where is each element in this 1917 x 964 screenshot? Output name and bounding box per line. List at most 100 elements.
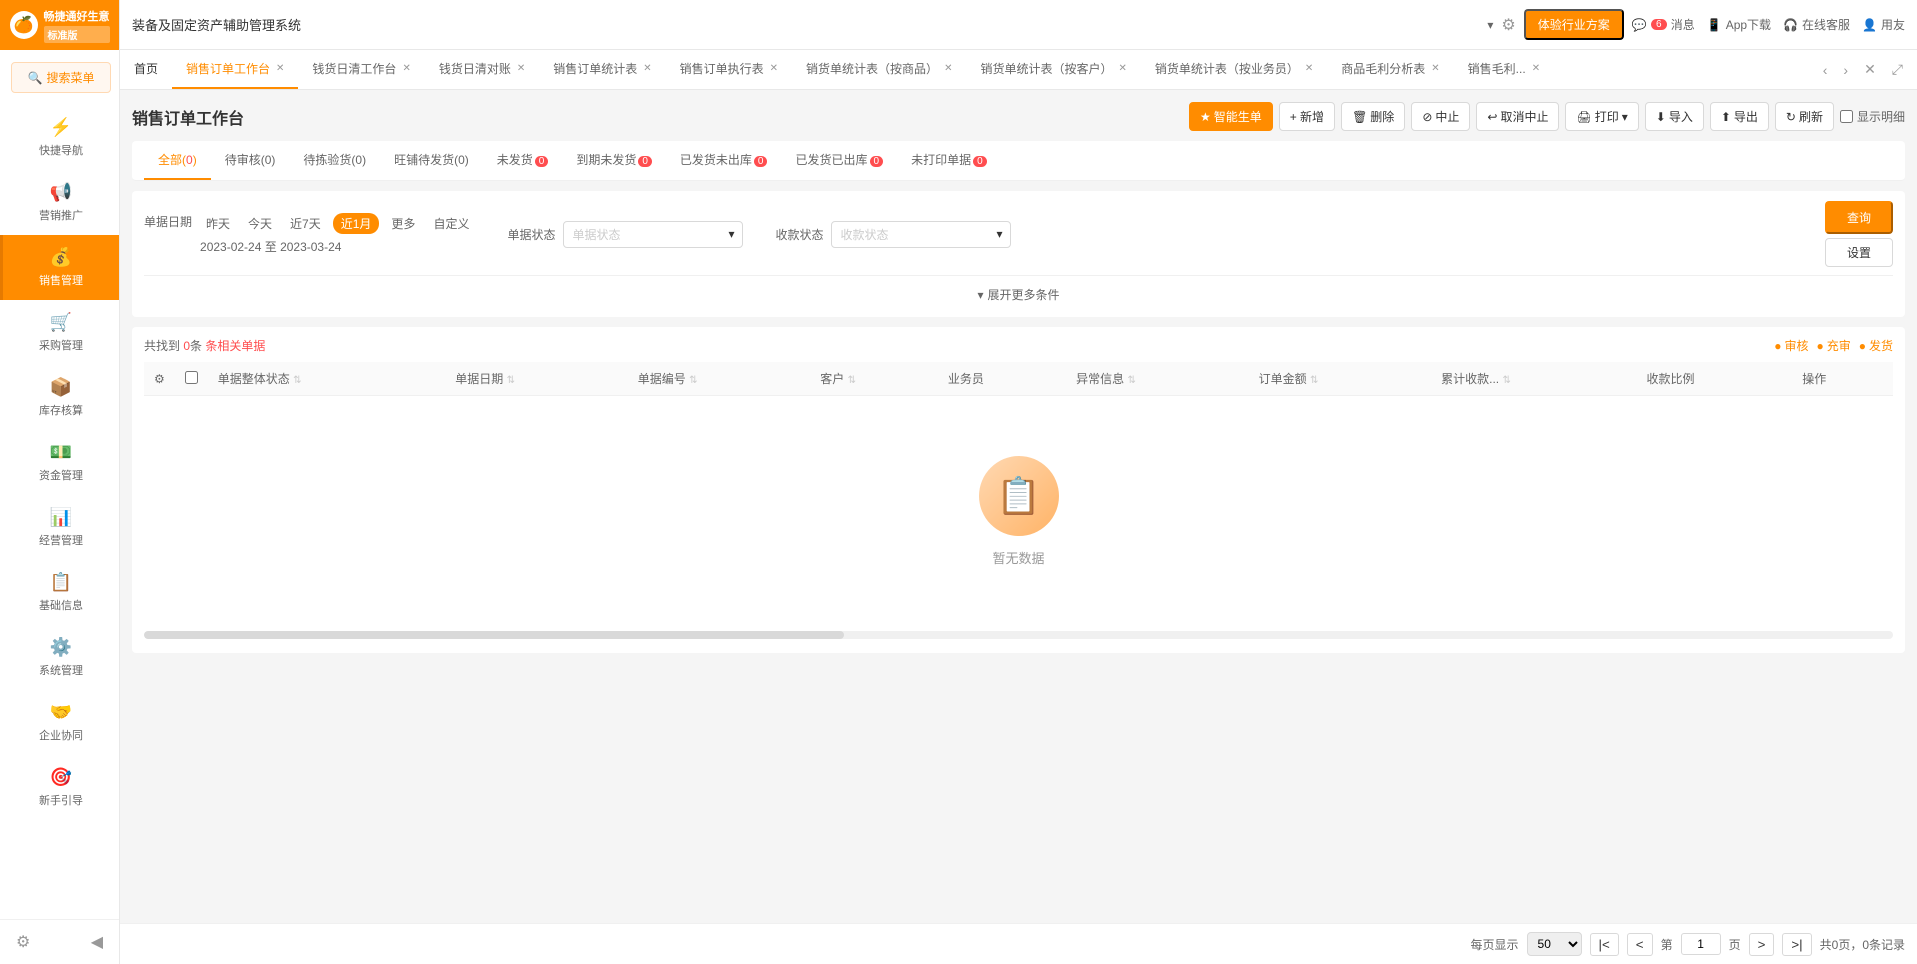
review-action-btn[interactable]: ● 审核 <box>1774 337 1808 354</box>
tab-close-sales-stat[interactable]: ✕ <box>643 63 651 74</box>
sidebar-item-operations[interactable]: 📊 经营管理 <box>0 495 119 560</box>
select-all-checkbox[interactable] <box>185 371 198 384</box>
tab-cash-daily[interactable]: 钱货日清工作台 ✕ <box>298 50 424 89</box>
tab-sales-exec[interactable]: 销售订单执行表 ✕ <box>666 50 792 89</box>
cancel-suspend-button[interactable]: ↩ 取消中止 <box>1476 102 1559 131</box>
search-btn[interactable]: 🔍 搜索菜单 <box>11 62 111 93</box>
smart-create-button[interactable]: ★ 智能生单 <box>1189 102 1273 131</box>
show-detail-checkbox[interactable] <box>1840 110 1853 123</box>
sidebar-item-basic[interactable]: 📋 基础信息 <box>0 560 119 625</box>
tab-home[interactable]: 首页 <box>120 50 172 89</box>
sidebar-item-system[interactable]: ⚙️ 系统管理 <box>0 625 119 690</box>
date-btn-yesterday[interactable]: 昨天 <box>200 213 236 234</box>
subtab-all[interactable]: 全部(0) <box>144 141 211 180</box>
subtab-pending-check[interactable]: 待拣验货(0) <box>289 141 380 180</box>
refresh-button[interactable]: ↻ 刷新 <box>1775 102 1834 131</box>
export-button[interactable]: ⬆ 导出 <box>1710 102 1769 131</box>
scrollbar-thumb[interactable] <box>144 631 844 639</box>
sort-customer-icon[interactable]: ⇅ <box>848 375 856 386</box>
tab-sales-stat[interactable]: 销售订单统计表 ✕ <box>539 50 665 89</box>
date-btn-today[interactable]: 今天 <box>242 213 278 234</box>
system-dropdown[interactable]: ▾ <box>1487 18 1493 32</box>
sort-exception-icon[interactable]: ⇅ <box>1127 375 1135 386</box>
horizontal-scrollbar[interactable] <box>144 631 1893 639</box>
page-next-btn[interactable]: > <box>1749 933 1775 956</box>
tab-sales-order[interactable]: 销售订单工作台 ✕ <box>172 50 298 89</box>
tab-close-summary-staff[interactable]: ✕ <box>1305 63 1313 74</box>
sidebar-item-marketing[interactable]: 📢 营销推广 <box>0 170 119 235</box>
tab-close-sales-order[interactable]: ✕ <box>276 63 284 74</box>
date-btn-1month[interactable]: 近1月 <box>333 213 380 234</box>
date-btn-more[interactable]: 更多 <box>385 213 421 234</box>
page-input[interactable] <box>1681 933 1721 955</box>
date-btn-custom[interactable]: 自定义 <box>427 213 475 234</box>
settings-column-icon[interactable]: ⚙ <box>154 372 165 386</box>
sort-status-icon[interactable]: ⇅ <box>293 375 301 386</box>
sidebar-item-purchase[interactable]: 🛒 采购管理 <box>0 300 119 365</box>
import-button[interactable]: ⬇ 导入 <box>1645 102 1704 131</box>
filter-row: 单据日期 昨天 今天 近7天 近1月 更多 自定义 2023-02-24 至 2… <box>144 201 1893 267</box>
tab-sales-summary-staff[interactable]: 销货单统计表（按业务员） ✕ <box>1141 50 1327 89</box>
settings-icon[interactable]: ⚙ <box>1501 15 1515 35</box>
app-download-action[interactable]: 📱 App下载 <box>1707 16 1771 33</box>
tab-sales-summary-product[interactable]: 销货单统计表（按商品） ✕ <box>792 50 966 89</box>
tab-sales-summary-customer[interactable]: 销货单统计表（按客户） ✕ <box>966 50 1140 89</box>
tab-close-cash-reconcile[interactable]: ✕ <box>517 63 525 74</box>
date-btn-7days[interactable]: 近7天 <box>284 213 327 234</box>
print-button[interactable]: 🖨 打印 ▾ <box>1565 102 1638 131</box>
message-action[interactable]: 💬 6 消息 <box>1632 16 1695 33</box>
tabs-maximize-btn[interactable]: ⤢ <box>1886 57 1909 82</box>
tab-sales-more[interactable]: 销售毛利... ✕ <box>1454 50 1554 89</box>
tab-close-sales-exec[interactable]: ✕ <box>770 63 778 74</box>
solution-button[interactable]: 体验行业方案 <box>1524 9 1624 40</box>
ship-action-btn[interactable]: ● 发货 <box>1859 337 1893 354</box>
tabs-close-all-btn[interactable]: ✕ <box>1858 57 1882 82</box>
tabs-next-btn[interactable]: › <box>1837 58 1854 82</box>
show-detail-label[interactable]: 显示明细 <box>1840 108 1905 125</box>
cancel-review-action-btn[interactable]: ● 充审 <box>1816 337 1850 354</box>
subtab-wangpu[interactable]: 旺铺待发货(0) <box>380 141 483 180</box>
app-tag: 标准版 <box>44 26 110 43</box>
sidebar-item-enterprise[interactable]: 🤝 企业协同 <box>0 690 119 755</box>
tab-close-margin[interactable]: ✕ <box>1431 63 1439 74</box>
delete-button[interactable]: 🗑 删除 <box>1341 102 1405 131</box>
sidebar-item-finance[interactable]: 💵 资金管理 <box>0 430 119 495</box>
sort-amount-icon[interactable]: ⇅ <box>1310 375 1318 386</box>
user-action[interactable]: 👤 用友 <box>1862 16 1905 33</box>
sidebar-item-sales[interactable]: 💰 销售管理 <box>0 235 119 300</box>
tabs-prev-btn[interactable]: ‹ <box>1817 58 1834 82</box>
expand-more-btn[interactable]: ▾ 展开更多条件 <box>144 282 1893 307</box>
sidebar-item-guide[interactable]: 🎯 新手引导 <box>0 755 119 820</box>
sort-collected-icon[interactable]: ⇅ <box>1503 375 1511 386</box>
page-last-btn[interactable]: >| <box>1782 933 1811 956</box>
tab-close-more[interactable]: ✕ <box>1532 63 1540 74</box>
tab-margin-analysis[interactable]: 商品毛利分析表 ✕ <box>1327 50 1453 89</box>
online-service-action[interactable]: 🎧 在线客服 <box>1783 16 1850 33</box>
tab-close-cash-daily[interactable]: ✕ <box>402 63 410 74</box>
sidebar-item-shortcut[interactable]: ⚡ 快捷导航 <box>0 105 119 170</box>
sidebar-item-search[interactable]: 🔍 搜索菜单 <box>0 50 119 105</box>
add-button[interactable]: + 新增 <box>1279 102 1335 131</box>
tab-close-summary-product[interactable]: ✕ <box>944 63 952 74</box>
tab-close-summary-customer[interactable]: ✕ <box>1118 63 1126 74</box>
subtab-expired[interactable]: 到期未发货0 <box>562 141 666 180</box>
payment-select[interactable]: 收款状态 ▾ <box>831 221 1011 248</box>
page-prev-btn[interactable]: < <box>1627 933 1653 956</box>
subtab-not-shipped[interactable]: 未发货0 <box>483 141 563 180</box>
query-button[interactable]: 查询 <box>1825 201 1893 234</box>
subtab-shipped-not-out[interactable]: 已发货未出库0 <box>666 141 782 180</box>
settings-bottom-icon[interactable]: ⚙ <box>8 928 38 956</box>
subtab-pending-review[interactable]: 待审核(0) <box>211 141 290 180</box>
page-first-btn[interactable]: |< <box>1590 933 1619 956</box>
tab-cash-reconcile[interactable]: 钱货日清对账 ✕ <box>425 50 539 89</box>
set-button[interactable]: 设置 <box>1825 238 1893 267</box>
subtab-shipped-out[interactable]: 已发货已出库0 <box>781 141 897 180</box>
status-select[interactable]: 单据状态 ▾ <box>563 221 743 248</box>
suspend-button[interactable]: ⊘ 中止 <box>1411 102 1470 131</box>
collapse-icon[interactable]: ◀ <box>83 928 111 956</box>
sort-number-icon[interactable]: ⇅ <box>689 375 697 386</box>
page-size-select[interactable]: 50 100 200 <box>1527 932 1582 956</box>
sidebar-item-inventory[interactable]: 📦 库存核算 <box>0 365 119 430</box>
subtab-not-printed[interactable]: 未打印单据0 <box>897 141 1001 180</box>
sort-date-icon[interactable]: ⇅ <box>507 375 515 386</box>
